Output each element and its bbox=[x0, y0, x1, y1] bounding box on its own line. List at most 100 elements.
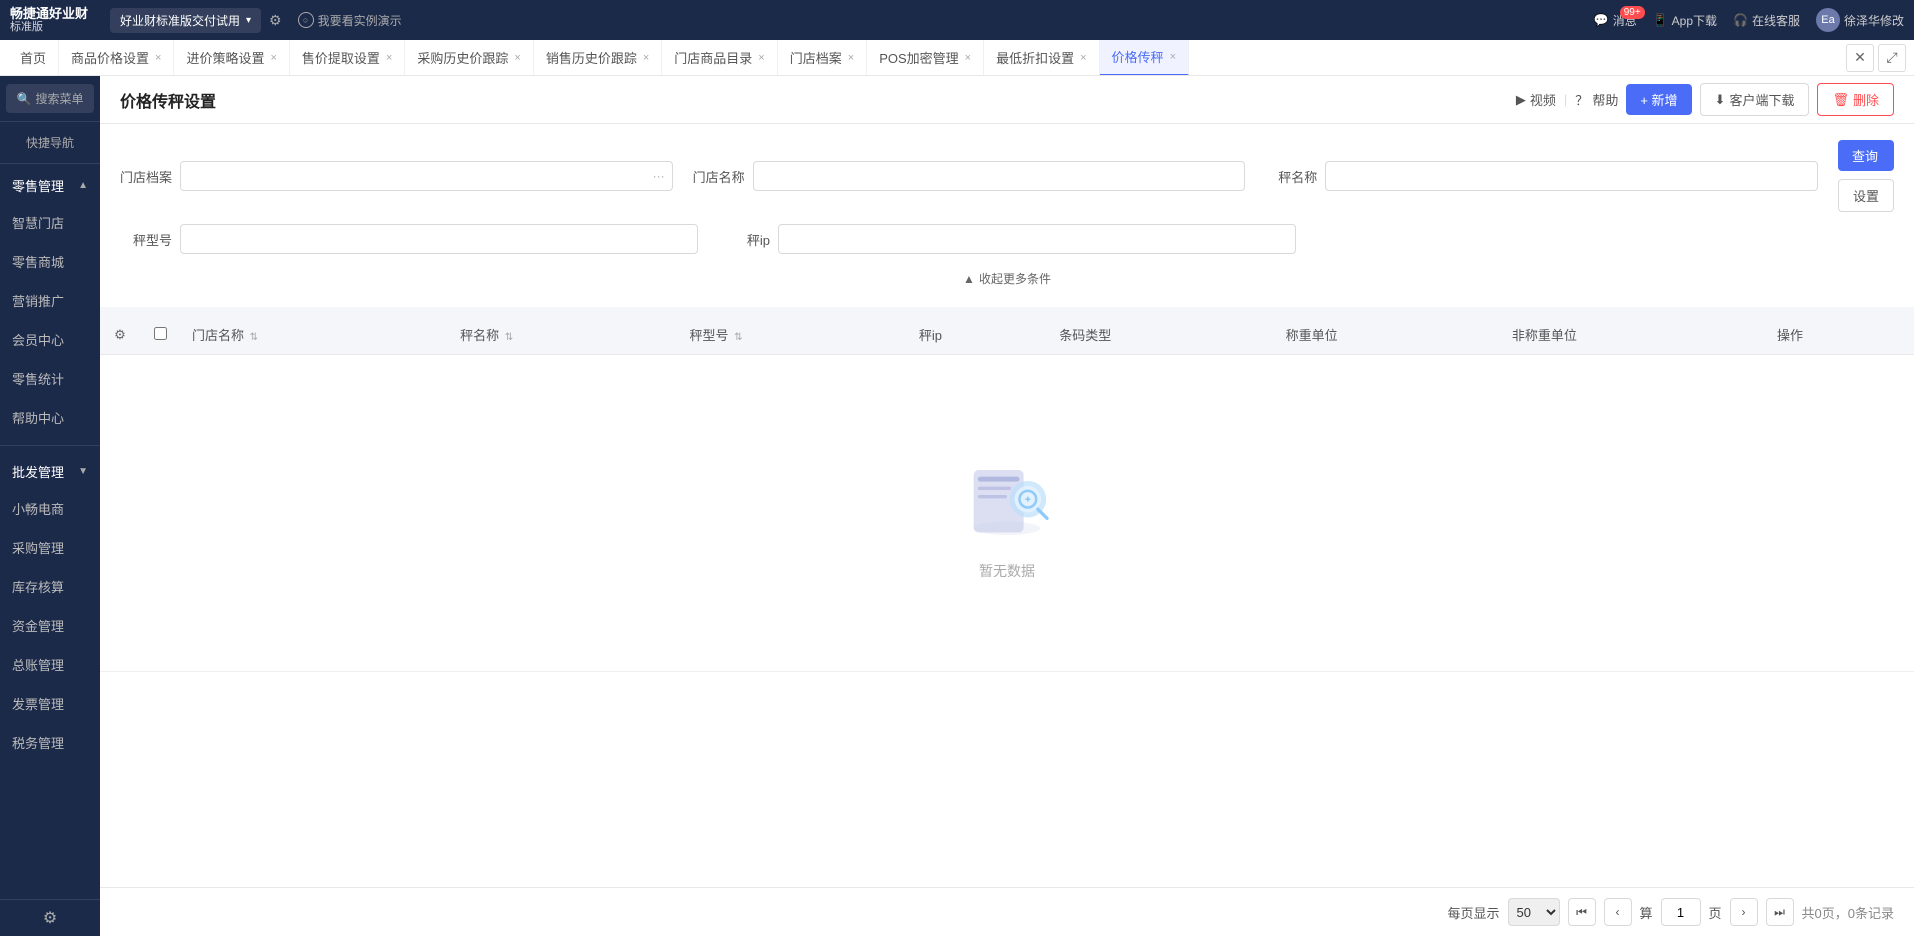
search-menu-button[interactable]: 🔍 搜索菜单 bbox=[6, 84, 94, 113]
tab-min-discount[interactable]: 最低折扣设置 × bbox=[984, 40, 1099, 76]
sidebar-item-inventory[interactable]: 库存核算 bbox=[0, 567, 100, 606]
sidebar-item-member[interactable]: 会员中心 bbox=[0, 320, 100, 359]
sidebar-item-purchase[interactable]: 采购管理 bbox=[0, 528, 100, 567]
collapse-button[interactable]: ▲ 收起更多条件 bbox=[963, 270, 1051, 287]
tab-purchase-history[interactable]: 采购历史价跟踪 × bbox=[405, 40, 533, 76]
close-icon[interactable]: × bbox=[758, 52, 764, 64]
scale-ip-label: 秤ip bbox=[718, 230, 770, 249]
tab-label: 最低折扣设置 bbox=[996, 48, 1074, 67]
empty-text: 暂无数据 bbox=[979, 561, 1035, 581]
store-name-input[interactable] bbox=[753, 161, 1246, 191]
app-download-button[interactable]: 📱 App下载 bbox=[1653, 12, 1717, 29]
tab-sale-history[interactable]: 销售历史价跟踪 × bbox=[534, 40, 662, 76]
tab-sale-price[interactable]: 售价提取设置 × bbox=[290, 40, 405, 76]
sidebar-item-ledger[interactable]: 总账管理 bbox=[0, 645, 100, 684]
sidebar-item-tax[interactable]: 税务管理 bbox=[0, 723, 100, 762]
sidebar-group-label: 零售管理 bbox=[12, 176, 64, 195]
close-icon[interactable]: × bbox=[965, 52, 971, 64]
add-button[interactable]: + 新增 bbox=[1626, 84, 1691, 115]
delete-button[interactable]: 🗑 删除 bbox=[1817, 83, 1894, 116]
sidebar-item-help[interactable]: 帮助中心 bbox=[0, 398, 100, 437]
ellipsis-icon[interactable]: ··· bbox=[653, 169, 665, 183]
scale-name-input[interactable] bbox=[1325, 161, 1818, 191]
sidebar-item-ecommerce[interactable]: 小畅电商 bbox=[0, 489, 100, 528]
select-all-checkbox[interactable] bbox=[154, 327, 167, 340]
next-page-button[interactable]: › bbox=[1730, 898, 1758, 926]
settings-filter-button[interactable]: 设置 bbox=[1838, 179, 1894, 212]
sidebar-group-retail-title[interactable]: 零售管理 ▲ bbox=[0, 168, 100, 203]
th-scale-model-label: 秤型号 bbox=[689, 328, 728, 343]
th-operation: 操作 bbox=[1765, 315, 1914, 355]
demo-link[interactable]: ○ 我要看实例演示 bbox=[298, 12, 402, 29]
prev-page-button[interactable]: ‹ bbox=[1604, 898, 1632, 926]
help-link[interactable]: ？ 帮助 bbox=[1575, 90, 1618, 109]
sidebar: 🔍 搜索菜单 快捷导航 零售管理 ▲ 智慧门店 零售商城 营销推广 bbox=[0, 76, 100, 936]
close-icon[interactable]: × bbox=[270, 52, 276, 64]
content-header: 价格传秤设置 ▶ 视频 | ？ 帮助 + 新增 ⬇ 客户端下载 bbox=[100, 76, 1914, 124]
download-button[interactable]: ⬇ 客户端下载 bbox=[1700, 83, 1810, 116]
close-icon[interactable]: × bbox=[386, 52, 392, 64]
store-archive-input-wrapper: ··· bbox=[180, 161, 673, 191]
close-icon[interactable]: × bbox=[848, 52, 854, 64]
scale-ip-input[interactable] bbox=[778, 224, 1296, 254]
version-label: 好业财标准版交付试用 bbox=[120, 12, 240, 29]
video-link[interactable]: ▶ 视频 bbox=[1516, 90, 1556, 109]
tab-pos[interactable]: POS加密管理 × bbox=[867, 40, 984, 76]
service-button[interactable]: 🎧 在线客服 bbox=[1733, 12, 1800, 29]
close-tab-button[interactable]: ✕ bbox=[1846, 44, 1874, 72]
sidebar-item-label: 采购管理 bbox=[12, 538, 64, 557]
close-icon[interactable]: × bbox=[643, 52, 649, 64]
sidebar-item-label: 库存核算 bbox=[12, 577, 64, 596]
close-icon[interactable]: × bbox=[155, 52, 161, 64]
sidebar-item-label: 智慧门店 bbox=[12, 213, 64, 232]
expand-tab-button[interactable]: ⤢ bbox=[1878, 44, 1906, 72]
close-icon[interactable]: × bbox=[1080, 52, 1086, 64]
tab-store-archive[interactable]: 门店档案 × bbox=[778, 40, 867, 76]
sidebar-item-retail-mall[interactable]: 零售商城 bbox=[0, 242, 100, 281]
store-archive-input[interactable] bbox=[180, 161, 673, 191]
settings-icon[interactable]: ⚙ bbox=[114, 327, 126, 342]
user-menu[interactable]: Ea 徐泽华修改 bbox=[1816, 8, 1904, 32]
sidebar-item-label: 发票管理 bbox=[12, 694, 64, 713]
phone-icon: 📱 bbox=[1653, 13, 1668, 27]
sidebar-settings-icon[interactable]: ⚙ bbox=[43, 908, 57, 928]
th-operation-label: 操作 bbox=[1777, 328, 1803, 343]
page-prefix-label: 算 bbox=[1640, 903, 1653, 922]
sidebar-item-smart-store[interactable]: 智慧门店 bbox=[0, 203, 100, 242]
sidebar-item-retail-stats[interactable]: 零售统计 bbox=[0, 359, 100, 398]
sidebar-group-wholesale-title[interactable]: 批发管理 ▼ bbox=[0, 454, 100, 489]
sidebar-item-marketing[interactable]: 营销推广 bbox=[0, 281, 100, 320]
empty-state-row: 暂无数据 bbox=[100, 355, 1914, 672]
sidebar-item-finance[interactable]: 资金管理 bbox=[0, 606, 100, 645]
th-scale-name-label: 秤名称 bbox=[460, 328, 499, 343]
scale-model-input[interactable] bbox=[180, 224, 698, 254]
filter-store-name: 门店名称 bbox=[693, 161, 1246, 191]
close-icon[interactable]: × bbox=[1170, 51, 1176, 63]
sidebar-item-invoice[interactable]: 发票管理 bbox=[0, 684, 100, 723]
quicknav-button[interactable]: 快捷导航 bbox=[0, 126, 100, 159]
per-page-select[interactable]: 50 10 20 100 bbox=[1508, 898, 1560, 926]
search-icon: 🔍 bbox=[17, 92, 32, 106]
first-page-button[interactable]: ⏮ bbox=[1568, 898, 1596, 926]
page-number-input[interactable] bbox=[1661, 898, 1701, 926]
tab-store-catalog[interactable]: 门店商品目录 × bbox=[662, 40, 777, 76]
table-body: 暂无数据 bbox=[100, 355, 1914, 672]
tab-price-scale[interactable]: 价格传秤 × bbox=[1100, 40, 1189, 76]
top-bar: 畅捷通好业财 标准版 好业财标准版交付试用 ▾ ⚙ ○ 我要看实例演示 💬 消息… bbox=[0, 0, 1914, 40]
content-area: 价格传秤设置 ▶ 视频 | ？ 帮助 + 新增 ⬇ 客户端下载 bbox=[100, 76, 1914, 936]
tab-home[interactable]: 首页 bbox=[8, 40, 59, 76]
tab-price-settings[interactable]: 商品价格设置 × bbox=[59, 40, 174, 76]
empty-state-cell: 暂无数据 bbox=[100, 355, 1914, 672]
table-header-row: ⚙ 门店名称 ⇅ 秤名称 ⇅ bbox=[100, 315, 1914, 355]
version-selector[interactable]: 好业财标准版交付试用 ▾ bbox=[110, 8, 261, 33]
message-button[interactable]: 💬 消息 99+ bbox=[1594, 12, 1637, 29]
download-label: 客户端下载 bbox=[1729, 90, 1794, 109]
question-icon: ？ bbox=[1575, 90, 1588, 109]
query-button[interactable]: 查询 bbox=[1838, 140, 1894, 171]
tab-purchase-strategy[interactable]: 进价策略设置 × bbox=[174, 40, 289, 76]
close-icon[interactable]: × bbox=[514, 52, 520, 64]
filter-store-archive: 门店档案 ··· bbox=[120, 161, 673, 191]
gear-icon[interactable]: ⚙ bbox=[269, 12, 282, 29]
last-page-button[interactable]: ⏭ bbox=[1766, 898, 1794, 926]
tab-label: 采购历史价跟踪 bbox=[417, 48, 508, 67]
